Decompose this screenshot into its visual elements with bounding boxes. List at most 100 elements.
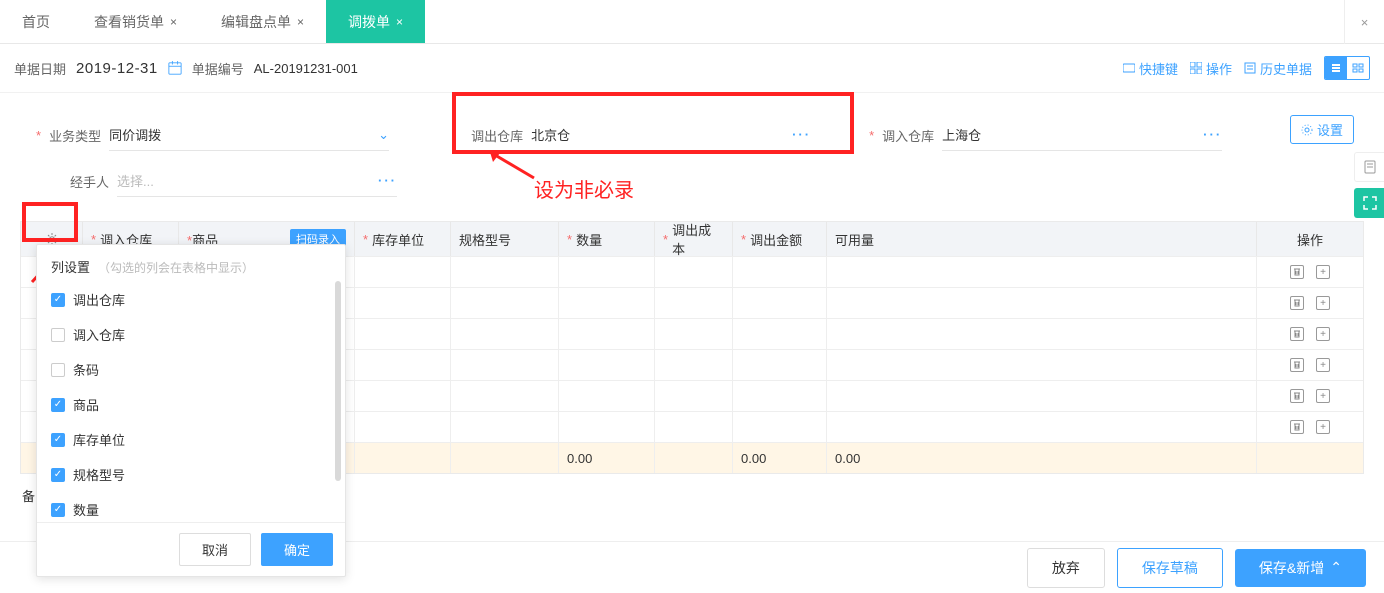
add-row-icon[interactable]: + — [1316, 265, 1330, 279]
add-row-icon[interactable]: + — [1316, 420, 1330, 434]
history-label: 历史单据 — [1260, 59, 1312, 78]
shortcut-label: 快捷键 — [1139, 59, 1178, 78]
cancel-button[interactable]: 取消 — [179, 533, 251, 566]
in-wh-select[interactable]: 上海仓 ··· — [942, 119, 1222, 151]
in-wh-label: 调入仓库 — [882, 126, 934, 145]
expand-icon — [1363, 196, 1377, 210]
operator-select[interactable]: 选择... ··· — [117, 165, 397, 197]
tab-transfer-label: 调拨单 — [348, 12, 390, 32]
sum-avail: 0.00 — [827, 443, 1257, 473]
confirm-button[interactable]: 确定 — [261, 533, 333, 566]
col-avail: 可用量 — [827, 222, 1257, 256]
biz-type-value: 同价调拨 — [109, 125, 161, 144]
add-row-icon[interactable]: + — [1316, 358, 1330, 372]
in-wh-value: 上海仓 — [942, 125, 981, 144]
checkbox[interactable] — [51, 328, 65, 342]
out-wh-value: 北京仓 — [531, 125, 570, 144]
close-all-icon[interactable]: × — [1344, 0, 1384, 44]
tab-home-label: 首页 — [22, 12, 50, 32]
add-row-icon[interactable]: + — [1316, 327, 1330, 341]
column-option-label: 调入仓库 — [73, 325, 125, 344]
delete-row-icon[interactable] — [1290, 265, 1304, 279]
side-panel-toggle[interactable] — [1354, 152, 1384, 182]
col-outamt: *调出金额 — [733, 222, 827, 256]
tab-view-sales[interactable]: 查看销货单 × — [72, 0, 199, 43]
column-option[interactable]: 商品 — [51, 387, 331, 422]
required-mark: * — [869, 128, 874, 143]
delete-row-icon[interactable] — [1290, 358, 1304, 372]
required-mark: * — [36, 128, 41, 143]
tab-transfer[interactable]: 调拨单 × — [326, 0, 425, 43]
close-icon[interactable]: × — [396, 15, 403, 29]
field-biz-type: * 业务类型 同价调拨⌄ — [36, 119, 389, 151]
col-spec: 规格型号 — [451, 222, 559, 256]
tab-edit-check[interactable]: 编辑盘点单 × — [199, 0, 326, 43]
popup-subtitle: （勾选的列会在表格中显示） — [98, 259, 254, 276]
column-option[interactable]: 规格型号 — [51, 457, 331, 492]
save-draft-button[interactable]: 保存草稿 — [1117, 548, 1223, 588]
form-area: * 业务类型 同价调拨⌄ 调出仓库 北京仓··· * 调入仓库 上海仓··· 经… — [0, 93, 1384, 221]
operate-tool[interactable]: 操作 — [1190, 59, 1232, 78]
calendar-icon[interactable] — [168, 61, 182, 75]
column-option-label: 调出仓库 — [73, 290, 125, 309]
view-list-icon[interactable] — [1325, 57, 1347, 79]
date-value[interactable]: 2019-12-31 — [76, 60, 158, 77]
expand-toggle[interactable] — [1354, 188, 1384, 218]
column-option[interactable]: 库存单位 — [51, 422, 331, 457]
add-row-icon[interactable]: + — [1316, 296, 1330, 310]
tab-home[interactable]: 首页 — [0, 0, 72, 43]
column-option[interactable]: 条码 — [51, 352, 331, 387]
checkbox[interactable] — [51, 468, 65, 482]
biz-type-label: 业务类型 — [49, 126, 101, 145]
field-in-warehouse: * 调入仓库 上海仓 ··· — [869, 119, 1222, 151]
checkbox[interactable] — [51, 433, 65, 447]
column-option[interactable]: 调出仓库 — [51, 282, 331, 317]
keyboard-icon — [1123, 62, 1135, 74]
biz-type-select[interactable]: 同价调拨⌄ — [109, 119, 389, 151]
history-tool[interactable]: 历史单据 — [1244, 59, 1312, 78]
header-tools: 快捷键 操作 历史单据 — [1123, 56, 1370, 80]
checkbox[interactable] — [51, 293, 65, 307]
operator-placeholder: 选择... — [117, 171, 154, 190]
close-icon[interactable]: × — [170, 15, 177, 29]
more-icon[interactable]: ··· — [1203, 127, 1222, 142]
out-wh-label: 调出仓库 — [471, 126, 523, 145]
col-ops: 操作 — [1257, 222, 1363, 256]
delete-row-icon[interactable] — [1290, 327, 1304, 341]
column-option[interactable]: 调入仓库 — [51, 317, 331, 352]
column-option-label: 数量 — [73, 500, 99, 519]
settings-label: 设置 — [1317, 120, 1343, 139]
out-wh-select[interactable]: 北京仓 ··· — [531, 119, 811, 151]
checkbox[interactable] — [51, 398, 65, 412]
operate-label: 操作 — [1206, 59, 1232, 78]
date-label: 单据日期 — [14, 59, 66, 78]
scrollbar[interactable] — [335, 281, 341, 481]
popup-title: 列设置 — [51, 257, 90, 276]
add-row-icon[interactable]: + — [1316, 389, 1330, 403]
col-qty: *数量 — [559, 222, 655, 256]
popup-list[interactable]: 调出仓库调入仓库条码商品库存单位规格型号数量单位2 — [37, 282, 345, 522]
tab-bar: 首页 查看销货单 × 编辑盘点单 × 调拨单 × × — [0, 0, 1384, 44]
close-icon[interactable]: × — [297, 15, 304, 29]
more-icon[interactable]: ··· — [378, 173, 397, 188]
save-new-label: 保存&新增 — [1259, 558, 1324, 578]
more-icon[interactable]: ··· — [792, 127, 811, 142]
checkbox[interactable] — [51, 363, 65, 377]
discard-button[interactable]: 放弃 — [1027, 548, 1105, 588]
settings-button[interactable]: 设置 — [1290, 115, 1354, 144]
checkbox[interactable] — [51, 503, 65, 517]
save-new-button[interactable]: 保存&新增 ⌃ — [1235, 549, 1366, 587]
col-unit: *库存单位 — [355, 222, 451, 256]
col-outcost: *调出成本 — [655, 222, 733, 256]
view-card-icon[interactable] — [1347, 57, 1369, 79]
doc-no-label: 单据编号 — [192, 59, 244, 78]
chevron-up-icon: ⌃ — [1330, 559, 1342, 576]
delete-row-icon[interactable] — [1290, 296, 1304, 310]
tab-edit-check-label: 编辑盘点单 — [221, 12, 291, 32]
sum-qty: 0.00 — [559, 443, 655, 473]
shortcut-tool[interactable]: 快捷键 — [1123, 59, 1178, 78]
column-option[interactable]: 数量 — [51, 492, 331, 522]
view-toggle — [1324, 56, 1370, 80]
delete-row-icon[interactable] — [1290, 420, 1304, 434]
delete-row-icon[interactable] — [1290, 389, 1304, 403]
